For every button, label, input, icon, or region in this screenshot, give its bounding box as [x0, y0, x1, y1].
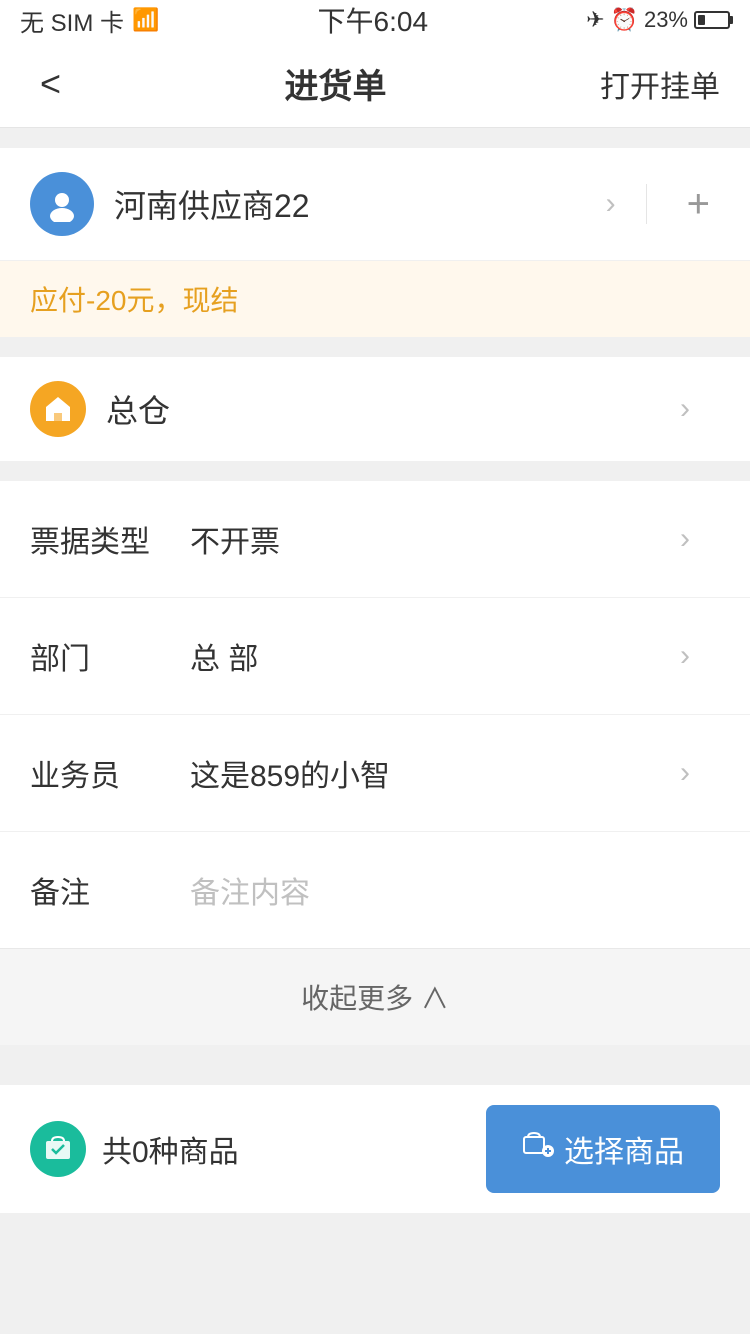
remark-row[interactable]: 备注 备注内容 — [0, 831, 750, 948]
department-chevron-icon: › — [680, 639, 690, 673]
wifi-icon: 📶 — [132, 7, 159, 33]
invoice-type-row[interactable]: 票据类型 不开票 › — [0, 481, 750, 597]
salesperson-value: 这是859的小智 — [150, 751, 680, 795]
department-row[interactable]: 部门 总 部 › — [0, 597, 750, 714]
section-gap-1 — [0, 128, 750, 148]
section-gap-2 — [0, 337, 750, 357]
warehouse-icon — [30, 381, 86, 437]
salesperson-label: 业务员 — [30, 751, 150, 795]
remark-input[interactable]: 备注内容 — [150, 868, 720, 912]
nav-bar: < 进货单 打开挂单 — [0, 40, 750, 128]
supplier-name: 河南供应商22 — [114, 181, 606, 227]
invoice-type-chevron-icon: › — [680, 522, 690, 556]
select-product-icon — [522, 1131, 554, 1167]
warehouse-name: 总仓 — [106, 386, 680, 432]
supplier-section: 河南供应商22 › + 应付-20元，现结 — [0, 148, 750, 337]
product-count-text: 共0种商品 — [102, 1127, 239, 1171]
select-product-label: 选择商品 — [564, 1127, 684, 1171]
form-section: 票据类型 不开票 › 部门 总 部 › 业务员 这是859的小智 › 备注 备注… — [0, 481, 750, 1045]
back-button[interactable]: < — [30, 53, 71, 115]
notice-text: 应付-20元，现结 — [30, 285, 238, 316]
remark-label: 备注 — [30, 868, 150, 912]
department-value: 总 部 — [150, 634, 680, 678]
salesperson-chevron-icon: › — [680, 756, 690, 790]
battery-icon — [694, 11, 730, 29]
invoice-type-label: 票据类型 — [30, 517, 150, 561]
status-right: ✈ ⏰ 23% — [586, 7, 730, 33]
alarm-icon: ⏰ — [611, 7, 638, 33]
notice-bar: 应付-20元，现结 — [0, 261, 750, 337]
product-icon — [30, 1121, 86, 1177]
salesperson-row[interactable]: 业务员 这是859的小智 › — [0, 714, 750, 831]
page-title: 进货单 — [285, 59, 387, 108]
status-bar: 无 SIM 卡 📶 下午6:04 ✈ ⏰ 23% — [0, 0, 750, 40]
product-count-area: 共0种商品 — [30, 1121, 239, 1177]
warehouse-section: 总仓 › — [0, 357, 750, 461]
status-left: 无 SIM 卡 📶 — [20, 3, 159, 38]
supplier-divider — [646, 184, 647, 224]
add-supplier-button[interactable]: + — [677, 182, 720, 227]
open-pending-button[interactable]: 打开挂单 — [600, 62, 720, 106]
location-icon: ✈ — [586, 7, 604, 33]
supplier-chevron-icon: › — [606, 187, 616, 221]
supplier-row[interactable]: 河南供应商22 › + — [0, 148, 750, 261]
battery-percent: 23% — [644, 7, 688, 33]
supplier-avatar — [30, 172, 94, 236]
warehouse-row[interactable]: 总仓 › — [0, 357, 750, 461]
invoice-type-value: 不开票 — [150, 517, 680, 561]
section-gap-4 — [0, 1045, 750, 1065]
section-gap-3 — [0, 461, 750, 481]
time-label: 下午6:04 — [318, 0, 429, 40]
department-label: 部门 — [30, 634, 150, 678]
collapse-row[interactable]: 收起更多 ∧ — [0, 948, 750, 1045]
collapse-label: 收起更多 ∧ — [301, 977, 449, 1017]
warehouse-chevron-icon: › — [680, 392, 690, 426]
bottom-bar: 共0种商品 选择商品 — [0, 1085, 750, 1213]
carrier-label: 无 SIM 卡 — [20, 3, 124, 38]
select-product-button[interactable]: 选择商品 — [486, 1105, 720, 1193]
